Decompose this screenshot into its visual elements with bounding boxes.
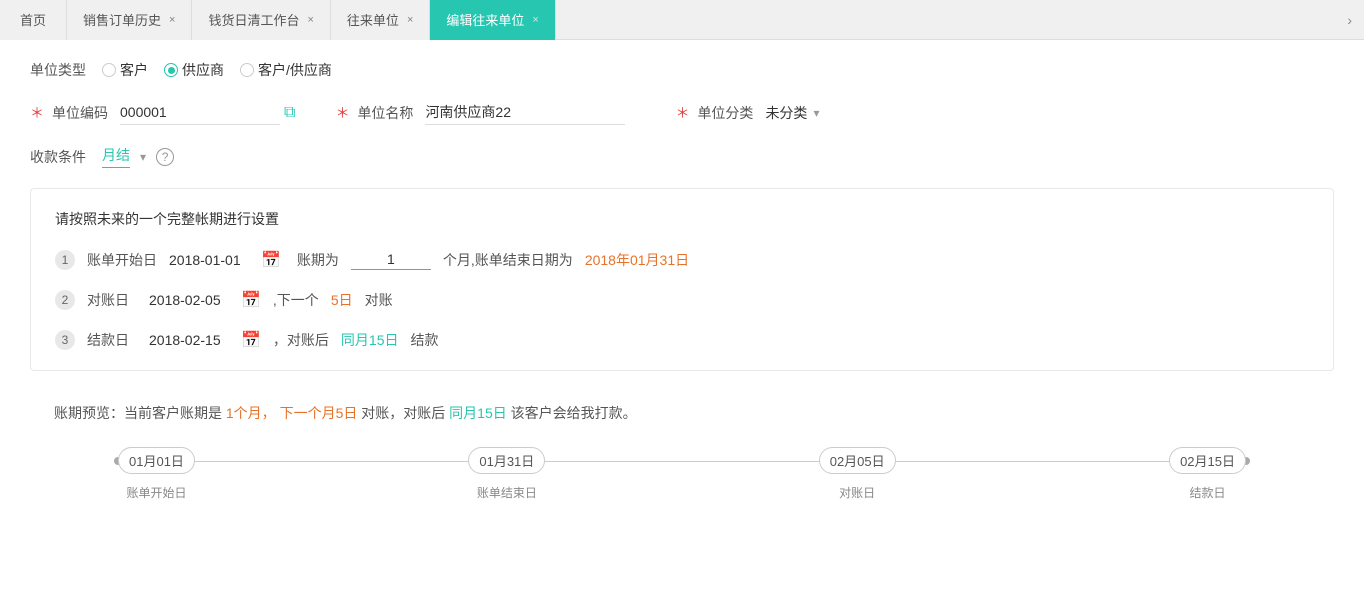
- radio-customer-supplier-circle: [240, 63, 254, 77]
- period-row-3-prefix: ，对账后: [273, 330, 329, 350]
- tab-partner-unit-label: 往来单位: [347, 10, 399, 29]
- timeline-points: 01月01日 账单开始日 01月31日 账单结束日 02月05日 对账日 02月…: [78, 447, 1286, 501]
- period-row-3-highlight: 同月15日: [341, 330, 399, 350]
- unit-code-copy-icon[interactable]: ⧉: [284, 104, 295, 122]
- period-row-2-suffix: 对账: [365, 290, 393, 310]
- unit-class-chevron[interactable]: ▾: [813, 106, 819, 120]
- period-row-3-date: 2018-02-15: [149, 332, 229, 348]
- tab-cash-workbench[interactable]: 钱货日清工作台 ×: [192, 0, 330, 40]
- tab-sales-history[interactable]: 销售订单历史 ×: [67, 0, 192, 40]
- period-row-3-suffix: 结款: [411, 330, 439, 350]
- period-row-1-end-date: 2018年01月31日: [585, 250, 689, 270]
- preview-part2: 下一个月5日: [280, 405, 358, 421]
- timeline-point-0-date: 01月01日: [118, 447, 195, 474]
- tab-sales-history-close[interactable]: ×: [169, 14, 175, 26]
- main-content: 单位类型 客户 供应商 客户/供应商 ＊ 单位编码 ⧉: [0, 40, 1364, 608]
- unit-type-row: 单位类型 客户 供应商 客户/供应商: [30, 60, 1334, 80]
- period-row-1-suffix-middle: 个月,账单结束日期为: [443, 250, 573, 270]
- unit-class-value: 未分类: [765, 103, 807, 123]
- preview-middle: 对账，对账后: [361, 405, 445, 421]
- unit-class-label: 单位分类: [697, 103, 753, 123]
- tab-home-label: 首页: [20, 10, 46, 29]
- period-row-2-date: 2018-02-05: [149, 292, 229, 308]
- unit-code-field: ＊ 单位编码 ⧉: [30, 100, 295, 125]
- timeline-point-2-label: 对账日: [839, 484, 875, 501]
- unit-info-row: ＊ 单位编码 ⧉ ＊ 单位名称 ＊ 单位分类 未分类 ▾: [30, 100, 1334, 125]
- tab-partner-unit[interactable]: 往来单位 ×: [331, 0, 430, 40]
- period-row-1-suffix-before: 账期为: [297, 250, 339, 270]
- tab-cash-workbench-label: 钱货日清工作台: [208, 10, 299, 29]
- preview-section: 账期预览：当前客户账期是 1个月， 下一个月5日 对账，对账后 同月15日 该客…: [30, 387, 1334, 501]
- period-row-2-calendar[interactable]: 📅: [241, 290, 261, 310]
- timeline-wrapper: 01月01日 账单开始日 01月31日 账单结束日 02月05日 对账日 02月…: [78, 447, 1286, 501]
- period-row-2: 2 对账日 2018-02-05 📅 ,下一个 5日 对账: [55, 290, 1309, 310]
- timeline-point-3-label: 结款日: [1190, 484, 1226, 501]
- preview-part3: 同月15日: [449, 405, 507, 421]
- tab-cash-workbench-close[interactable]: ×: [307, 14, 313, 26]
- unit-class-required: ＊: [675, 103, 689, 123]
- unit-type-label: 单位类型: [30, 60, 86, 80]
- period-row-2-num: 2: [55, 290, 75, 310]
- timeline-point-0-label: 账单开始日: [126, 484, 186, 501]
- period-row-2-highlight: 5日: [331, 290, 353, 310]
- timeline-point-2: 02月05日 对账日: [819, 447, 896, 501]
- unit-name-label: 单位名称: [357, 103, 413, 123]
- timeline-point-0: 01月01日 账单开始日: [118, 447, 195, 501]
- tab-edit-partner-close[interactable]: ×: [532, 14, 538, 26]
- timeline-point-2-date: 02月05日: [819, 447, 896, 474]
- period-row-1-calendar[interactable]: 📅: [261, 250, 281, 270]
- unit-name-input[interactable]: [425, 100, 625, 125]
- period-row-2-prefix: ,下一个: [273, 290, 319, 310]
- timeline-point-1-label: 账单结束日: [477, 484, 537, 501]
- period-months-input[interactable]: [351, 249, 431, 270]
- period-row-3-label: 结款日: [87, 330, 137, 350]
- payment-terms-row: 收款条件 月结 ▾ ?: [30, 145, 1334, 168]
- payment-terms-value[interactable]: 月结: [102, 145, 130, 168]
- period-settings-box: 请按照未来的一个完整帐期进行设置 1 账单开始日 2018-01-01 📅 账期…: [30, 188, 1334, 371]
- radio-customer-supplier[interactable]: 客户/供应商: [240, 60, 332, 80]
- timeline-point-3-date: 02月15日: [1169, 447, 1246, 474]
- radio-supplier-label: 供应商: [182, 60, 224, 80]
- payment-terms-label: 收款条件: [30, 147, 86, 167]
- preview-label: 账期预览：当前客户账期是: [54, 405, 222, 421]
- payment-terms-help-icon[interactable]: ?: [156, 148, 174, 166]
- tab-edit-partner[interactable]: 编辑往来单位 ×: [430, 0, 555, 40]
- preview-part1: 1个月，: [226, 405, 276, 421]
- period-box-title: 请按照未来的一个完整帐期进行设置: [55, 209, 1309, 229]
- unit-name-field: ＊ 单位名称: [335, 100, 625, 125]
- tabs-arrow[interactable]: ›: [1335, 12, 1364, 28]
- timeline-point-1-date: 01月31日: [468, 447, 545, 474]
- radio-supplier-circle: [164, 63, 178, 77]
- preview-text: 账期预览：当前客户账期是 1个月， 下一个月5日 对账，对账后 同月15日 该客…: [54, 403, 1310, 423]
- unit-code-required: ＊: [30, 103, 44, 123]
- radio-customer-circle: [102, 63, 116, 77]
- unit-type-radio-group: 客户 供应商 客户/供应商: [102, 60, 332, 80]
- unit-code-input-wrapper: ⧉: [120, 100, 295, 125]
- tabs-bar: 首页 销售订单历史 × 钱货日清工作台 × 往来单位 × 编辑往来单位 × ›: [0, 0, 1364, 40]
- period-row-1-label: 账单开始日: [87, 250, 157, 270]
- timeline-point-1: 01月31日 账单结束日: [468, 447, 545, 501]
- tab-sales-history-label: 销售订单历史: [83, 10, 161, 29]
- tab-home[interactable]: 首页: [0, 0, 67, 40]
- tab-partner-unit-close[interactable]: ×: [407, 14, 413, 26]
- period-row-3-num: 3: [55, 330, 75, 350]
- payment-terms-chevron[interactable]: ▾: [140, 150, 146, 164]
- timeline-point-3: 02月15日 结款日: [1169, 447, 1246, 501]
- radio-supplier[interactable]: 供应商: [164, 60, 224, 80]
- unit-name-required: ＊: [335, 103, 349, 123]
- unit-classification-field: ＊ 单位分类 未分类 ▾: [675, 103, 819, 123]
- unit-code-input[interactable]: [120, 100, 280, 125]
- radio-customer-supplier-label: 客户/供应商: [258, 60, 332, 80]
- preview-end: 该客户会给我打款。: [511, 405, 637, 421]
- radio-customer[interactable]: 客户: [102, 60, 148, 80]
- period-row-1-num: 1: [55, 250, 75, 270]
- period-row-2-label: 对账日: [87, 290, 137, 310]
- period-row-1-date: 2018-01-01: [169, 252, 249, 268]
- radio-customer-label: 客户: [120, 60, 148, 80]
- period-row-1: 1 账单开始日 2018-01-01 📅 账期为 个月,账单结束日期为 2018…: [55, 249, 1309, 270]
- tab-edit-partner-label: 编辑往来单位: [446, 10, 524, 29]
- period-row-3: 3 结款日 2018-02-15 📅 ，对账后 同月15日 结款: [55, 330, 1309, 350]
- period-row-3-calendar[interactable]: 📅: [241, 330, 261, 350]
- unit-code-label: 单位编码: [52, 103, 108, 123]
